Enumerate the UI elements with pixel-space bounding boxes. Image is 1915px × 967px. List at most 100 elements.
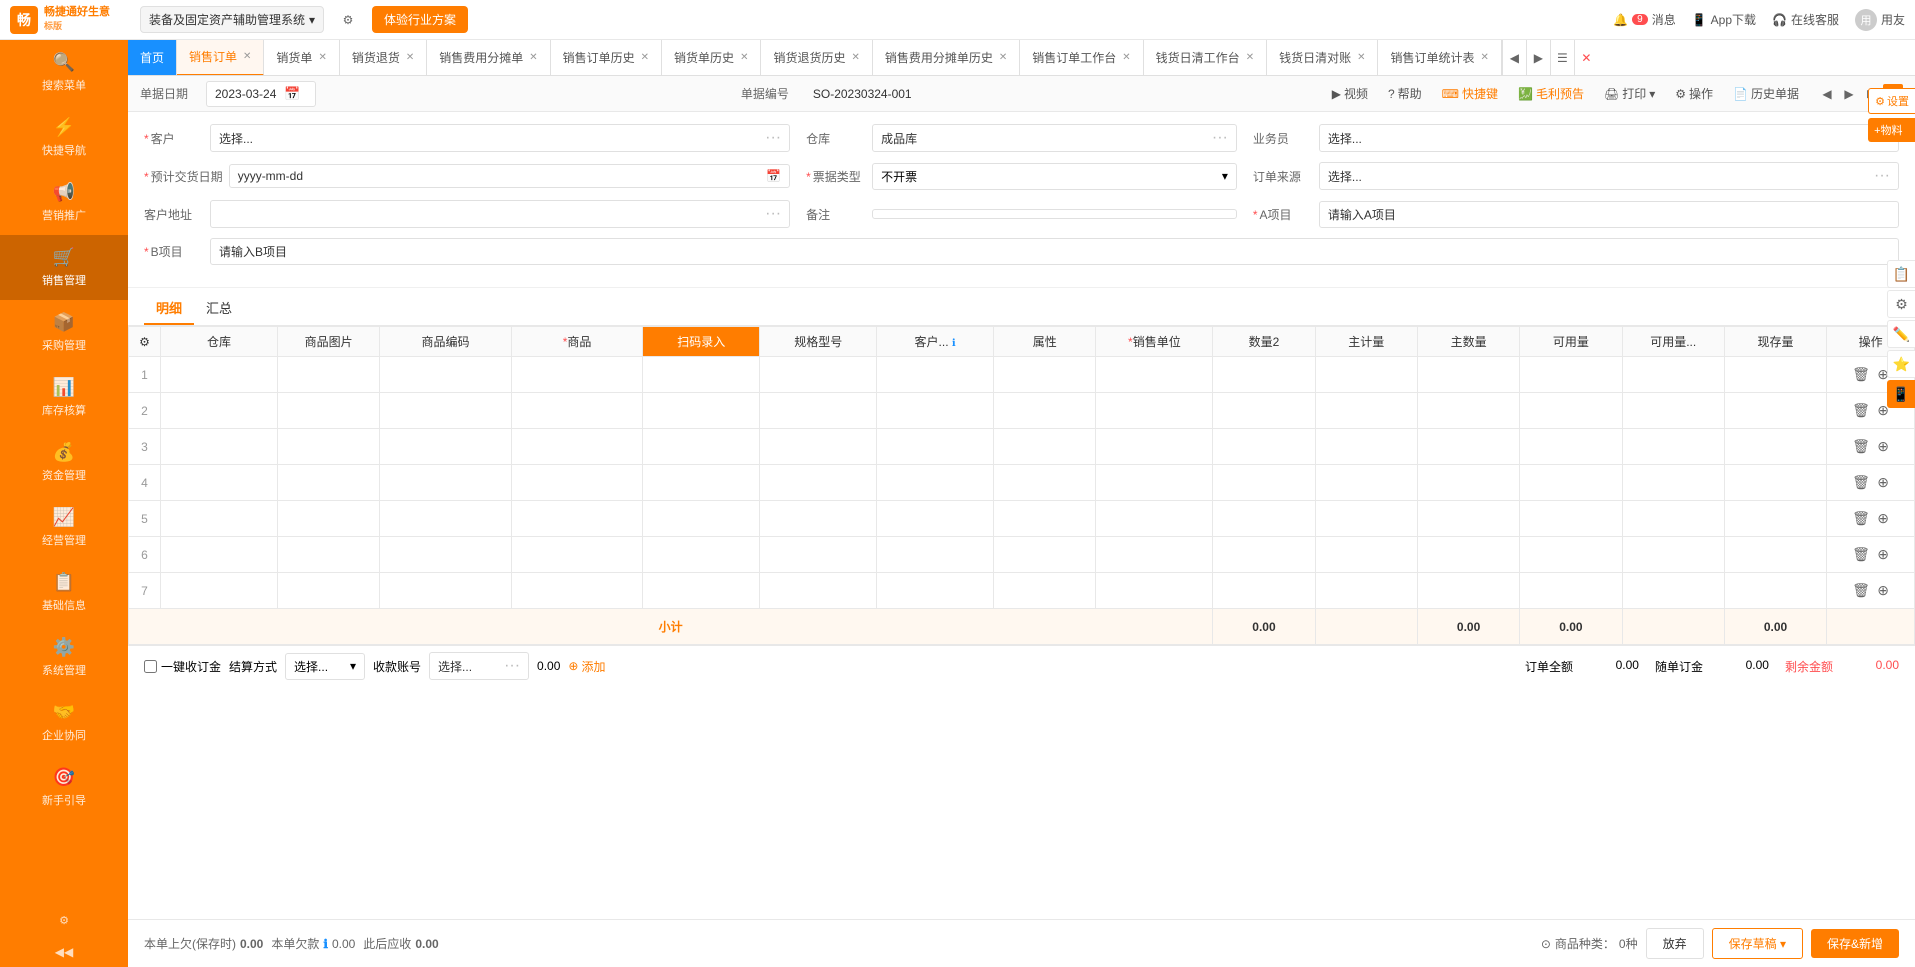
cell-code-5[interactable] (380, 501, 512, 537)
cell-product-6[interactable] (511, 537, 643, 573)
cell-available2-7[interactable] (1622, 573, 1724, 609)
tab-close-icon[interactable]: ✕ (641, 52, 649, 63)
cell-main-qty-1[interactable] (1417, 357, 1519, 393)
tab-detail[interactable]: 明细 (144, 292, 194, 325)
shortcut-btn[interactable]: ⌨ 快捷键 (1436, 83, 1504, 104)
save-draft-btn[interactable]: 保存草稿 ▾ (1712, 928, 1803, 959)
date-input[interactable]: 2023-03-24 📅 (206, 81, 316, 107)
cell-available2-1[interactable] (1622, 357, 1724, 393)
cell-warehouse-2[interactable] (161, 393, 278, 429)
cell-unit-1[interactable] (1096, 357, 1213, 393)
cell-image-1[interactable] (277, 357, 379, 393)
cell-scan-7[interactable] (643, 573, 760, 609)
tab-return-history[interactable]: 销货退货历史 ✕ (761, 40, 872, 76)
cell-spec-2[interactable] (760, 393, 877, 429)
sidebar-bottom-settings[interactable]: ⚙ (0, 904, 128, 937)
cell-main-unit-6[interactable] (1315, 537, 1417, 573)
delete-row-7-btn[interactable]: 🗑 (1850, 580, 1872, 601)
account-input[interactable]: 选择... ··· (429, 652, 529, 680)
view-btn[interactable]: ▶ 视频 (1326, 83, 1374, 104)
cell-unit-7[interactable] (1096, 573, 1213, 609)
tab-close-icon[interactable]: ✕ (318, 52, 326, 63)
cell-customer-code-4[interactable] (877, 465, 994, 501)
cell-main-unit-7[interactable] (1315, 573, 1417, 609)
cell-available2-6[interactable] (1622, 537, 1724, 573)
customer-input[interactable]: 选择... ··· (210, 124, 790, 152)
tab-daily-workbench[interactable]: 钱货日清工作台 ✕ (1144, 40, 1267, 76)
cell-attribute-7[interactable] (994, 573, 1096, 609)
cell-main-qty-4[interactable] (1417, 465, 1519, 501)
cell-main-unit-4[interactable] (1315, 465, 1417, 501)
cell-qty2-6[interactable] (1213, 537, 1315, 573)
nav-next-icon[interactable]: ▶ (1839, 84, 1859, 104)
tab-order-stats[interactable]: 销售订单统计表 ✕ (1378, 40, 1501, 76)
cell-available-1[interactable] (1520, 357, 1622, 393)
cell-attribute-6[interactable] (994, 537, 1096, 573)
copy-row-5-btn[interactable]: ⊕ (1875, 508, 1891, 529)
cell-spec-4[interactable] (760, 465, 877, 501)
tab-sales-order[interactable]: 销售订单 ✕ (177, 40, 264, 76)
tab-order-workbench[interactable]: 销售订单工作台 ✕ (1020, 40, 1143, 76)
cell-unit-2[interactable] (1096, 393, 1213, 429)
delete-row-5-btn[interactable]: 🗑 (1850, 508, 1872, 529)
copy-row-4-btn[interactable]: ⊕ (1875, 472, 1891, 493)
cell-current-stock-3[interactable] (1724, 429, 1826, 465)
tab-close-icon[interactable]: ✕ (1481, 52, 1489, 63)
cell-available2-4[interactable] (1622, 465, 1724, 501)
save-new-btn[interactable]: 保存&新增 (1811, 929, 1899, 958)
sidebar-collapse-btn[interactable]: ◀◀ (0, 937, 128, 967)
delete-row-3-btn[interactable]: 🗑 (1850, 436, 1872, 457)
cell-qty2-7[interactable] (1213, 573, 1315, 609)
cell-current-stock-2[interactable] (1724, 393, 1826, 429)
right-panel-btn-5[interactable]: 📱 (1887, 380, 1915, 408)
cell-warehouse-1[interactable] (161, 357, 278, 393)
cell-main-qty-3[interactable] (1417, 429, 1519, 465)
cell-customer-code-5[interactable] (877, 501, 994, 537)
online-support-item[interactable]: 🎧 在线客服 (1772, 11, 1839, 28)
cell-unit-3[interactable] (1096, 429, 1213, 465)
cell-image-2[interactable] (277, 393, 379, 429)
cell-main-qty-5[interactable] (1417, 501, 1519, 537)
cell-qty2-2[interactable] (1213, 393, 1315, 429)
salesman-input[interactable]: 选择... ··· (1319, 124, 1899, 152)
tab-close-all-btn[interactable]: ✕ (1574, 40, 1598, 76)
cell-available-6[interactable] (1520, 537, 1622, 573)
cell-warehouse-4[interactable] (161, 465, 278, 501)
sidebar-item-search[interactable]: 🔍 搜索菜单 (0, 40, 128, 105)
cell-qty2-5[interactable] (1213, 501, 1315, 537)
tab-close-icon[interactable]: ✕ (1122, 52, 1130, 63)
cell-attribute-2[interactable] (994, 393, 1096, 429)
cell-available2-5[interactable] (1622, 501, 1724, 537)
history-btn[interactable]: 📄 历史单据 (1727, 83, 1805, 104)
cell-product-1[interactable] (511, 357, 643, 393)
cell-available-3[interactable] (1520, 429, 1622, 465)
tab-daily-reconcile[interactable]: 钱货日清对账 ✕ (1267, 40, 1378, 76)
cell-main-qty-6[interactable] (1417, 537, 1519, 573)
right-panel-btn-4[interactable]: ⭐ (1887, 350, 1915, 378)
cell-customer-code-6[interactable] (877, 537, 994, 573)
right-panel-btn-1[interactable]: 📋 (1887, 260, 1915, 288)
cell-code-7[interactable] (380, 573, 512, 609)
cell-main-unit-3[interactable] (1315, 429, 1417, 465)
cell-attribute-1[interactable] (994, 357, 1096, 393)
cell-current-stock-7[interactable] (1724, 573, 1826, 609)
cell-warehouse-7[interactable] (161, 573, 278, 609)
cell-warehouse-6[interactable] (161, 537, 278, 573)
cell-warehouse-3[interactable] (161, 429, 278, 465)
cell-customer-code-3[interactable] (877, 429, 994, 465)
cell-image-5[interactable] (277, 501, 379, 537)
cell-qty2-1[interactable] (1213, 357, 1315, 393)
system-selector[interactable]: 装备及固定资产辅助管理系统 ▾ (140, 6, 324, 33)
add-material-btn[interactable]: +物料 (1868, 118, 1915, 142)
notification-item[interactable]: 🔔 9 消息 (1613, 11, 1676, 28)
tab-slip-history[interactable]: 销货单历史 ✕ (662, 40, 761, 76)
cell-customer-code-7[interactable] (877, 573, 994, 609)
cell-spec-7[interactable] (760, 573, 877, 609)
cell-image-4[interactable] (277, 465, 379, 501)
tab-expense-history[interactable]: 销售费用分摊单历史 ✕ (873, 40, 1020, 76)
sidebar-item-basic-info[interactable]: 📋 基础信息 (0, 560, 128, 625)
cell-code-3[interactable] (380, 429, 512, 465)
sidebar-item-marketing[interactable]: 📢 营销推广 (0, 170, 128, 235)
cell-main-qty-2[interactable] (1417, 393, 1519, 429)
tab-close-icon[interactable]: ✕ (1246, 52, 1254, 63)
